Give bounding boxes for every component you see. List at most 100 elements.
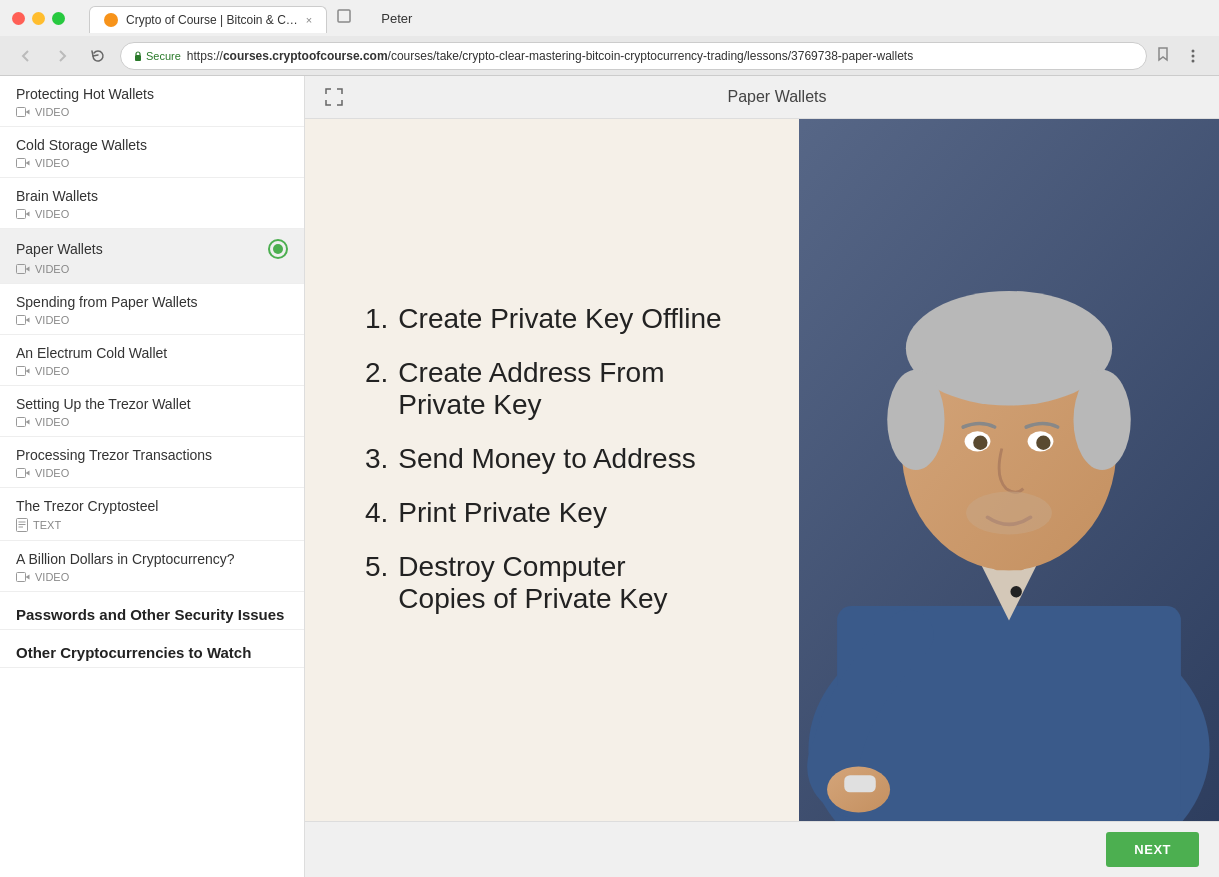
- svg-marker-20: [26, 471, 30, 476]
- slide-step-3: 3. Send Money to Address: [365, 443, 739, 475]
- sidebar-item-brain-wallets[interactable]: Brain Wallets VIDEO: [0, 178, 304, 229]
- title-bar: Crypto of Course | Bitcoin & C… × Peter: [0, 0, 1219, 36]
- svg-rect-15: [17, 367, 26, 376]
- video-icon: [16, 468, 30, 478]
- bottom-bar: NEXT: [305, 821, 1219, 877]
- step-num: 4.: [365, 497, 388, 529]
- sidebar-item-title: Processing Trezor Transactions: [16, 447, 288, 463]
- main-layout: Protecting Hot Wallets VIDEO Cold Storag…: [0, 76, 1219, 877]
- new-tab-button[interactable]: [327, 3, 361, 33]
- step-text: Send Money to Address: [398, 443, 695, 475]
- svg-point-43: [1010, 586, 1021, 597]
- sidebar-item-spending-paper-wallets[interactable]: Spending from Paper Wallets VIDEO: [0, 284, 304, 335]
- minimize-button[interactable]: [32, 12, 45, 25]
- slide-step-2: 2. Create Address From Private Key: [365, 357, 739, 421]
- slide-step-4: 4. Print Private Key: [365, 497, 739, 529]
- address-url: https://courses.cryptoofcourse.com/cours…: [187, 49, 913, 63]
- sidebar-item-title: Cold Storage Wallets: [16, 137, 288, 153]
- svg-point-39: [1036, 436, 1050, 450]
- menu-button[interactable]: [1179, 42, 1207, 70]
- sidebar-item-meta: VIDEO: [16, 314, 288, 326]
- svg-rect-1: [135, 55, 141, 61]
- sidebar-item-setting-up-trezor[interactable]: Setting Up the Trezor Wallet VIDEO: [0, 386, 304, 437]
- next-button[interactable]: NEXT: [1106, 832, 1199, 867]
- svg-point-34: [887, 370, 944, 470]
- sidebar-item-electrum-cold-wallet[interactable]: An Electrum Cold Wallet VIDEO: [0, 335, 304, 386]
- sidebar-item-meta: VIDEO: [16, 571, 288, 583]
- maximize-button[interactable]: [52, 12, 65, 25]
- sidebar-item-title: An Electrum Cold Wallet: [16, 345, 288, 361]
- svg-rect-42: [844, 775, 876, 792]
- video-icon: [16, 417, 30, 427]
- svg-marker-12: [26, 267, 30, 272]
- bookmark-button[interactable]: [1155, 46, 1171, 66]
- window-controls: [12, 12, 65, 25]
- content-header: Paper Wallets: [305, 76, 1219, 119]
- active-tab[interactable]: Crypto of Course | Bitcoin & C… ×: [89, 6, 327, 33]
- svg-marker-6: [26, 110, 30, 115]
- back-button[interactable]: [12, 42, 40, 70]
- video-icon: [16, 315, 30, 325]
- address-bar: Secure https://courses.cryptoofcourse.co…: [0, 36, 1219, 76]
- svg-point-4: [1192, 59, 1195, 62]
- sidebar-item-meta: TEXT: [16, 518, 288, 532]
- sidebar-item-title: Protecting Hot Wallets: [16, 86, 288, 102]
- svg-point-40: [966, 491, 1052, 534]
- step-text: Create Private Key Offline: [398, 303, 721, 335]
- svg-rect-5: [17, 108, 26, 117]
- section-header-passwords: Passwords and Other Security Issues: [0, 592, 304, 630]
- step-text: Destroy Computer Copies of Private Key: [398, 551, 718, 615]
- refresh-button[interactable]: [84, 42, 112, 70]
- svg-marker-16: [26, 369, 30, 374]
- sidebar-item-billion-dollars[interactable]: A Billion Dollars in Cryptocurrency? VID…: [0, 541, 304, 592]
- expand-button[interactable]: [325, 88, 343, 106]
- presenter-area: [799, 119, 1219, 821]
- browser-chrome: Crypto of Course | Bitcoin & C… × Peter: [0, 0, 1219, 76]
- sidebar: Protecting Hot Wallets VIDEO Cold Storag…: [0, 76, 305, 877]
- sidebar-item-meta: VIDEO: [16, 416, 288, 428]
- slide-list: 1. Create Private Key Offline 2. Create …: [365, 303, 739, 637]
- secure-badge: Secure: [133, 50, 181, 62]
- sidebar-item-title: A Billion Dollars in Cryptocurrency?: [16, 551, 288, 567]
- progress-circle: [268, 239, 288, 259]
- slide-step-5: 5. Destroy Computer Copies of Private Ke…: [365, 551, 739, 615]
- forward-button[interactable]: [48, 42, 76, 70]
- step-num: 3.: [365, 443, 388, 475]
- progress-circle-inner: [273, 244, 283, 254]
- svg-rect-11: [17, 265, 26, 274]
- tab-close-icon[interactable]: ×: [306, 14, 312, 26]
- svg-rect-9: [17, 210, 26, 219]
- expand-icon: [325, 88, 343, 106]
- video-icon: [16, 209, 30, 219]
- svg-point-38: [973, 436, 987, 450]
- video-icon: [16, 107, 30, 117]
- svg-rect-17: [17, 418, 26, 427]
- sidebar-item-title: Brain Wallets: [16, 188, 288, 204]
- video-icon: [16, 158, 30, 168]
- text-doc-icon: [16, 518, 28, 532]
- svg-marker-14: [26, 318, 30, 323]
- sidebar-item-trezor-cryptosteel[interactable]: The Trezor Cryptosteel TEXT: [0, 488, 304, 541]
- presenter-illustration: [799, 119, 1219, 821]
- svg-point-2: [1192, 49, 1195, 52]
- svg-rect-19: [17, 469, 26, 478]
- sidebar-item-title: Spending from Paper Wallets: [16, 294, 288, 310]
- sidebar-item-processing-trezor[interactable]: Processing Trezor Transactions VIDEO: [0, 437, 304, 488]
- step-num: 2.: [365, 357, 388, 421]
- close-button[interactable]: [12, 12, 25, 25]
- sidebar-item-meta: VIDEO: [16, 208, 288, 220]
- svg-rect-25: [17, 573, 26, 582]
- content-area: Paper Wallets 1. Create Private Key Offl…: [305, 76, 1219, 877]
- sidebar-item-cold-storage-wallets[interactable]: Cold Storage Wallets VIDEO: [0, 127, 304, 178]
- svg-marker-10: [26, 212, 30, 217]
- sidebar-item-title: Paper Wallets: [16, 239, 288, 259]
- step-num: 1.: [365, 303, 388, 335]
- video-container: 1. Create Private Key Offline 2. Create …: [305, 119, 1219, 821]
- sidebar-item-protecting-hot-wallets[interactable]: Protecting Hot Wallets VIDEO: [0, 76, 304, 127]
- video-icon: [16, 264, 30, 274]
- svg-rect-13: [17, 316, 26, 325]
- lock-icon: [133, 50, 143, 62]
- address-input[interactable]: Secure https://courses.cryptoofcourse.co…: [120, 42, 1147, 70]
- sidebar-item-paper-wallets[interactable]: Paper Wallets VIDEO: [0, 229, 304, 284]
- video-icon: [16, 572, 30, 582]
